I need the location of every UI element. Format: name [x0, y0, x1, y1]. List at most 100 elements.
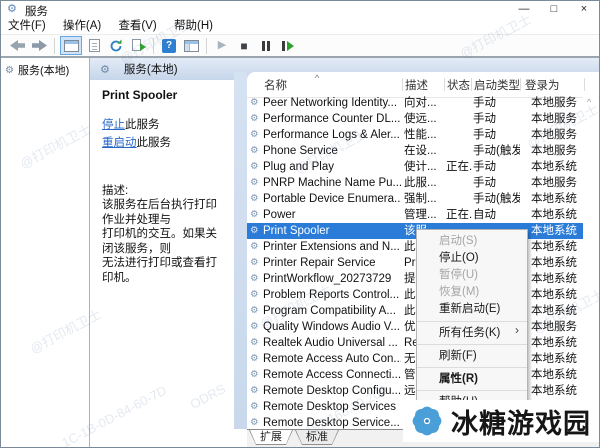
link-suffix: 此服务 — [125, 119, 160, 131]
menu-bar: 文件(F) 操作(A) 查看(V) 帮助(H) — [1, 19, 599, 34]
restart-service-line: 重启动此服务 — [102, 134, 228, 150]
service-name: Plug and Play — [263, 159, 401, 175]
refresh-button[interactable] — [106, 36, 126, 55]
service-gear-icon: ⚙ — [250, 127, 259, 143]
description-label: 描述: — [102, 182, 228, 198]
service-name: Realtek Audio Universal ... — [263, 335, 401, 351]
restart-service-link[interactable]: 重启动 — [102, 137, 137, 149]
service-description: 此服... — [404, 175, 444, 191]
services-gear-icon: ⚙ — [100, 63, 110, 76]
service-name: Problem Reports Control... — [263, 287, 401, 303]
vertical-scrollbar[interactable]: ^ — [583, 95, 598, 431]
service-gear-icon: ⚙ — [250, 191, 259, 207]
table-row[interactable]: ⚙ Performance Counter DL... 使远... 手动 本地服… — [247, 111, 586, 127]
table-row[interactable]: ⚙ Peer Networking Identity... 向对... 手动 本… — [247, 95, 586, 111]
maximize-button[interactable]: □ — [539, 1, 569, 19]
table-row[interactable]: ⚙ PNRP Machine Name Pu... 此服... 手动 本地服务 — [247, 175, 586, 191]
menu-view[interactable]: 查看(V) — [111, 19, 163, 34]
service-logon-as: 本地系统 — [531, 383, 584, 399]
service-logon-as: 本地系统 — [531, 335, 584, 351]
restart-icon — [282, 41, 294, 51]
stop-service-link[interactable]: 停止 — [102, 119, 125, 131]
context-menu-item[interactable]: 启动(S) — [417, 233, 527, 250]
tree-item-services-local[interactable]: ⚙ 服务(本地) — [1, 58, 89, 78]
console-tree-panel: ⚙ 服务(本地) — [1, 58, 89, 447]
link-suffix: 此服务 — [137, 137, 172, 149]
pause-icon — [262, 41, 270, 51]
column-header-status[interactable]: 状态 — [447, 77, 470, 93]
table-row[interactable]: ⚙ Performance Logs & Aler... 性能... 手动 本地… — [247, 127, 586, 143]
table-row[interactable]: ⚙ Power 管理... 正在... 自动 本地系统 — [247, 207, 586, 223]
column-separator — [471, 78, 472, 91]
menu-help[interactable]: 帮助(H) — [167, 19, 220, 34]
stop-icon: ■ — [240, 40, 247, 52]
refresh-icon — [109, 39, 123, 53]
context-menu-item[interactable]: 停止(O) — [417, 250, 527, 267]
column-header-description[interactable]: 描述 — [405, 77, 428, 93]
service-startup-type: 手动(触发... — [473, 143, 520, 159]
close-button[interactable]: × — [569, 1, 599, 19]
service-gear-icon: ⚙ — [250, 271, 259, 287]
extended-description-panel: Print Spooler 停止此服务 重启动此服务 描述: 该服务在后台执行打… — [90, 80, 234, 447]
start-service-button[interactable]: ▶ — [212, 36, 232, 55]
service-logon-as: 本地系统 — [531, 239, 584, 255]
selected-service-title: Print Spooler — [102, 88, 228, 102]
context-menu-item[interactable]: 恢复(M) — [417, 284, 527, 301]
context-menu: 启动(S) 停止(O) 暂停(U) 恢复(M) 重新启动(E) — [416, 229, 528, 419]
stop-service-button[interactable]: ■ — [234, 36, 254, 55]
toolbar-separator — [153, 38, 154, 54]
table-row[interactable]: ⚙ Plug and Play 使计... 正在... 手动 本地系统 — [247, 159, 586, 175]
column-header-name[interactable]: 名称 — [264, 77, 287, 93]
menu-file[interactable]: 文件(F) — [1, 19, 53, 34]
menu-item-label: 暂停(U) — [439, 269, 478, 281]
context-menu-item[interactable]: 重新启动(E) — [417, 301, 527, 318]
snowflake-icon — [409, 403, 445, 439]
service-name: Printer Extensions and N... — [263, 239, 401, 255]
tab-standard[interactable]: 标准 — [295, 430, 339, 445]
table-row[interactable]: ⚙ Portable Device Enumera... 强制... 手动(触发… — [247, 191, 586, 207]
minimize-button[interactable]: — — [509, 1, 539, 19]
services-gear-icon: ⚙ — [5, 65, 14, 76]
scroll-up-icon[interactable]: ^ — [587, 97, 591, 107]
back-button[interactable] — [7, 36, 27, 55]
console-tree-icon — [184, 40, 199, 52]
toggle-tree-button[interactable] — [181, 36, 201, 55]
service-logon-as: 本地服务 — [531, 175, 584, 191]
menu-item-label: 所有任务(K) — [439, 327, 500, 339]
forward-button[interactable] — [29, 36, 49, 55]
properties-doc-button[interactable] — [84, 36, 104, 55]
service-description: 在设... — [404, 143, 444, 159]
service-logon-as: 本地系统 — [531, 255, 584, 271]
service-name: Performance Counter DL... — [263, 111, 401, 127]
service-logon-as: 本地系统 — [531, 159, 584, 175]
console-window-icon — [64, 40, 79, 52]
menu-action[interactable]: 操作(A) — [56, 19, 108, 34]
show-console-button[interactable] — [60, 36, 82, 55]
tab-extended-label: 扩展 — [250, 430, 292, 444]
help-button[interactable]: ? — [159, 36, 179, 55]
column-separator — [520, 78, 521, 91]
table-row[interactable]: ⚙ Phone Service 在设... 手动(触发... 本地服务 — [247, 143, 586, 159]
context-menu-item[interactable]: 刷新(F) — [417, 344, 527, 364]
description-line: 无法进行打印或查看打印机。 — [102, 256, 228, 285]
column-header-logon-as[interactable]: 登录为 — [525, 77, 560, 93]
service-startup-type: 手动 — [473, 127, 520, 143]
restart-service-button[interactable] — [278, 36, 298, 55]
service-logon-as: 本地系统 — [531, 271, 584, 287]
service-gear-icon: ⚙ — [250, 367, 259, 383]
context-menu-item[interactable]: 暂停(U) — [417, 267, 527, 284]
pause-service-button[interactable] — [256, 36, 276, 55]
tab-extended[interactable]: 扩展 — [249, 430, 293, 445]
service-name: Print Spooler — [263, 223, 401, 239]
service-name: Remote Desktop Services — [263, 399, 401, 415]
service-status: 正在... — [446, 207, 472, 223]
service-name: Printer Repair Service — [263, 255, 401, 271]
export-list-button[interactable] — [128, 36, 148, 55]
context-menu-item[interactable]: 所有任务(K) › — [417, 321, 527, 341]
context-menu-item[interactable]: 属性(R) — [417, 367, 527, 387]
list-header: 名称 ^ 描述 状态 启动类型 登录为 — [247, 76, 599, 93]
services-gear-icon: ⚙ — [7, 2, 17, 15]
service-gear-icon: ⚙ — [250, 287, 259, 303]
service-logon-as: 本地系统 — [531, 191, 584, 207]
column-header-startup-type[interactable]: 启动类型 — [474, 77, 520, 93]
